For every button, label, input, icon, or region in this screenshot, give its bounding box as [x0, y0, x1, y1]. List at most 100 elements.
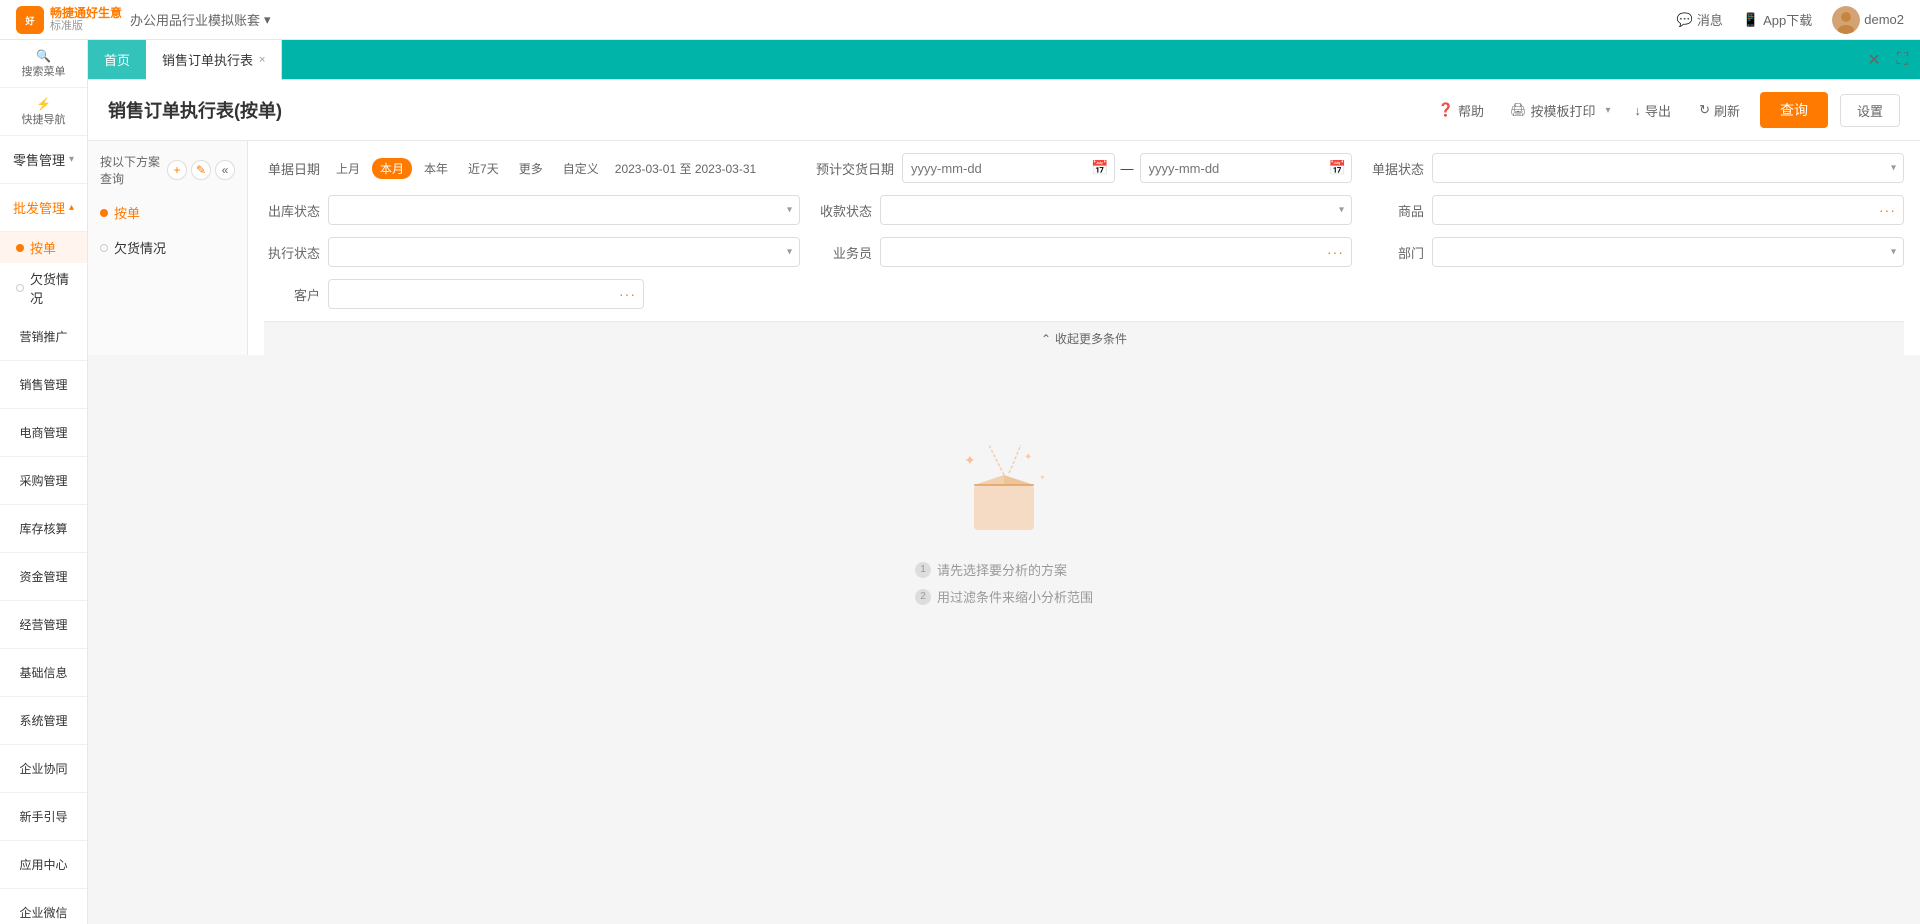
date-btn-more[interactable]: 更多 — [511, 158, 551, 179]
query-button[interactable]: 查询 — [1760, 92, 1828, 128]
filter-sidebar-header: 按以下方案查询 + ✎ « — [88, 153, 247, 195]
sidebar-item-marketing[interactable]: 营销推广 — [0, 313, 87, 361]
salesperson-select[interactable]: ··· — [880, 237, 1352, 267]
scheme-item-debt[interactable]: 欠货情况 — [88, 230, 247, 265]
sidebar-sub-press-order[interactable]: 按单 — [0, 232, 87, 263]
logo-icon: 好 — [16, 6, 44, 34]
export-icon: ↓ — [1635, 103, 1642, 118]
content-area: 首页 销售订单执行表 × ✕ ⛶ 销售订单执行表(按单) ❓ 帮助 — [88, 40, 1920, 924]
sidebar-sub-debt[interactable]: 欠货情况 — [0, 263, 87, 313]
sidebar-item-inventory[interactable]: 库存核算 — [0, 505, 87, 553]
empty-state: ✦ ✦ ✦ 1 请先选择要分析的方案 2 用过滤条件来 — [88, 355, 1920, 686]
sidebar-item-sales-mgmt[interactable]: 销售管理 — [0, 361, 87, 409]
add-scheme-button[interactable]: + — [167, 160, 187, 180]
plus-icon: + — [173, 163, 180, 177]
sidebar-item-basic[interactable]: 基础信息 — [0, 649, 87, 697]
filter-field-goods: 商品 ··· — [1368, 195, 1904, 225]
header-right: 💬 消息 📱 App下载 demo2 — [1677, 6, 1904, 34]
tab-maximize-button[interactable]: ⛶ — [1893, 47, 1912, 73]
sidebar-item-purchase[interactable]: 采购管理 — [0, 457, 87, 505]
account-selector[interactable]: 办公用品行业模拟账套 ▾ — [130, 10, 271, 29]
date-btn-last-month[interactable]: 上月 — [328, 158, 368, 179]
filter-row-1: 单据日期 上月 本月 本年 近7天 更多 自定义 2023-03-01 至 20… — [264, 153, 1904, 183]
department-select[interactable]: ▾ — [1432, 237, 1904, 267]
tip-num-1: 1 — [915, 562, 931, 578]
filter-row-4: 客户 ··· — [264, 279, 1904, 309]
date-btn-this-year[interactable]: 本年 — [416, 158, 456, 179]
order-status-select[interactable]: ▾ — [1432, 153, 1904, 183]
date-btn-custom[interactable]: 自定义 — [555, 158, 607, 179]
delivery-status-value[interactable] — [328, 195, 800, 225]
message-button[interactable]: 💬 消息 — [1677, 10, 1723, 29]
date-btn-this-month[interactable]: 本月 — [372, 158, 412, 179]
top-header: 好 畅捷通好生意 标准版 办公用品行业模拟账套 ▾ 💬 消息 📱 App下载 — [0, 0, 1920, 40]
collapse-more-conditions-button[interactable]: ⌃ 收起更多条件 — [264, 321, 1904, 355]
expected-delivery-range: 📅 — 📅 — [902, 153, 1352, 183]
payment-status-value[interactable] — [880, 195, 1352, 225]
user-menu[interactable]: demo2 — [1832, 6, 1904, 34]
execution-status-arrow-icon: ▾ — [787, 247, 792, 258]
sidebar-item-system[interactable]: 系统管理 — [0, 697, 87, 745]
execution-status-select[interactable]: ▾ — [328, 237, 800, 267]
sidebar-item-quick-nav[interactable]: ⚡ 快捷导航 — [0, 88, 87, 136]
sidebar-item-operations[interactable]: 经营管理 — [0, 601, 87, 649]
search-icon: 🔍 — [36, 49, 51, 63]
order-status-value[interactable] — [1432, 153, 1904, 183]
refresh-button[interactable]: ↻ 刷新 — [1691, 97, 1748, 124]
department-label: 部门 — [1368, 243, 1424, 262]
collapse-sidebar-button[interactable]: « — [215, 160, 235, 180]
filter-form: 单据日期 上月 本月 本年 近7天 更多 自定义 2023-03-01 至 20… — [248, 141, 1920, 355]
svg-text:✦: ✦ — [1024, 452, 1032, 463]
sidebar-item-ecommerce[interactable]: 电商管理 — [0, 409, 87, 457]
tab-sales-exec[interactable]: 销售订单执行表 × — [146, 40, 282, 80]
app-download-button[interactable]: 📱 App下载 — [1743, 10, 1812, 29]
empty-tips: 1 请先选择要分析的方案 2 用过滤条件来缩小分析范围 — [915, 560, 1093, 606]
sidebar-item-retail[interactable]: 零售管理 ▾ — [0, 136, 87, 184]
goods-dots-icon: ··· — [1879, 202, 1896, 218]
salesperson-dots-icon: ··· — [1327, 244, 1344, 260]
print-button[interactable]: 🖨 按模板打印 — [1504, 97, 1602, 124]
sidebar-item-finance[interactable]: 资金管理 — [0, 553, 87, 601]
salesperson-label: 业务员 — [816, 243, 872, 262]
department-value[interactable] — [1432, 237, 1904, 267]
sidebar: 🔍 搜索菜单 ⚡ 快捷导航 零售管理 ▾ 批发管理 ▴ 按单 欠货情况 营销推广… — [0, 40, 88, 924]
filter-row-2: 出库状态 ▾ 收款状态 ▾ — [264, 195, 1904, 225]
salesperson-value[interactable] — [880, 237, 1352, 267]
sidebar-item-enterprise[interactable]: 企业协同 — [0, 745, 87, 793]
edit-icon: ✎ — [196, 163, 206, 177]
payment-status-select[interactable]: ▾ — [880, 195, 1352, 225]
empty-tip-1: 1 请先选择要分析的方案 — [915, 560, 1093, 579]
delivery-status-select[interactable]: ▾ — [328, 195, 800, 225]
goods-value[interactable] — [1432, 195, 1904, 225]
header-left: 好 畅捷通好生意 标准版 办公用品行业模拟账套 ▾ — [16, 6, 271, 34]
edit-scheme-button[interactable]: ✎ — [191, 160, 211, 180]
print-button-group: 🖨 按模板打印 ▾ — [1504, 97, 1615, 124]
sidebar-item-search-menu[interactable]: 🔍 搜索菜单 — [0, 40, 87, 88]
filter-field-department: 部门 ▾ — [1368, 237, 1904, 267]
refresh-icon: ↻ — [1699, 102, 1710, 118]
customer-select[interactable]: ··· — [328, 279, 644, 309]
date-label: 单据日期 — [264, 159, 320, 178]
goods-select[interactable]: ··· — [1432, 195, 1904, 225]
tab-close-icon[interactable]: × — [259, 54, 265, 66]
sidebar-item-wechat[interactable]: 企业微信 — [0, 889, 87, 924]
delivery-status-arrow-icon: ▾ — [787, 205, 792, 216]
scheme-item-press-order[interactable]: 按单 — [88, 195, 247, 230]
print-dropdown-arrow[interactable]: ▾ — [1602, 101, 1615, 120]
export-button[interactable]: ↓ 导出 — [1627, 97, 1680, 124]
tab-close-window-button[interactable]: ✕ — [1863, 46, 1884, 74]
sidebar-item-wholesale[interactable]: 批发管理 ▴ — [0, 184, 87, 232]
tab-home[interactable]: 首页 — [88, 40, 146, 80]
settings-button[interactable]: 设置 — [1840, 94, 1900, 127]
sidebar-item-newbie[interactable]: 新手引导 — [0, 793, 87, 841]
expected-delivery-end[interactable] — [1140, 153, 1353, 183]
sidebar-item-app-center[interactable]: 应用中心 — [0, 841, 87, 889]
date-btn-7days[interactable]: 近7天 — [460, 158, 507, 179]
help-button[interactable]: ❓ 帮助 — [1430, 97, 1492, 124]
payment-status-arrow-icon: ▾ — [1339, 205, 1344, 216]
customer-value[interactable] — [328, 279, 644, 309]
date-quick-buttons: 上月 本月 本年 近7天 更多 自定义 — [328, 158, 607, 179]
empty-illustration: ✦ ✦ ✦ — [949, 435, 1059, 548]
expected-delivery-start[interactable] — [902, 153, 1115, 183]
execution-status-value[interactable] — [328, 237, 800, 267]
